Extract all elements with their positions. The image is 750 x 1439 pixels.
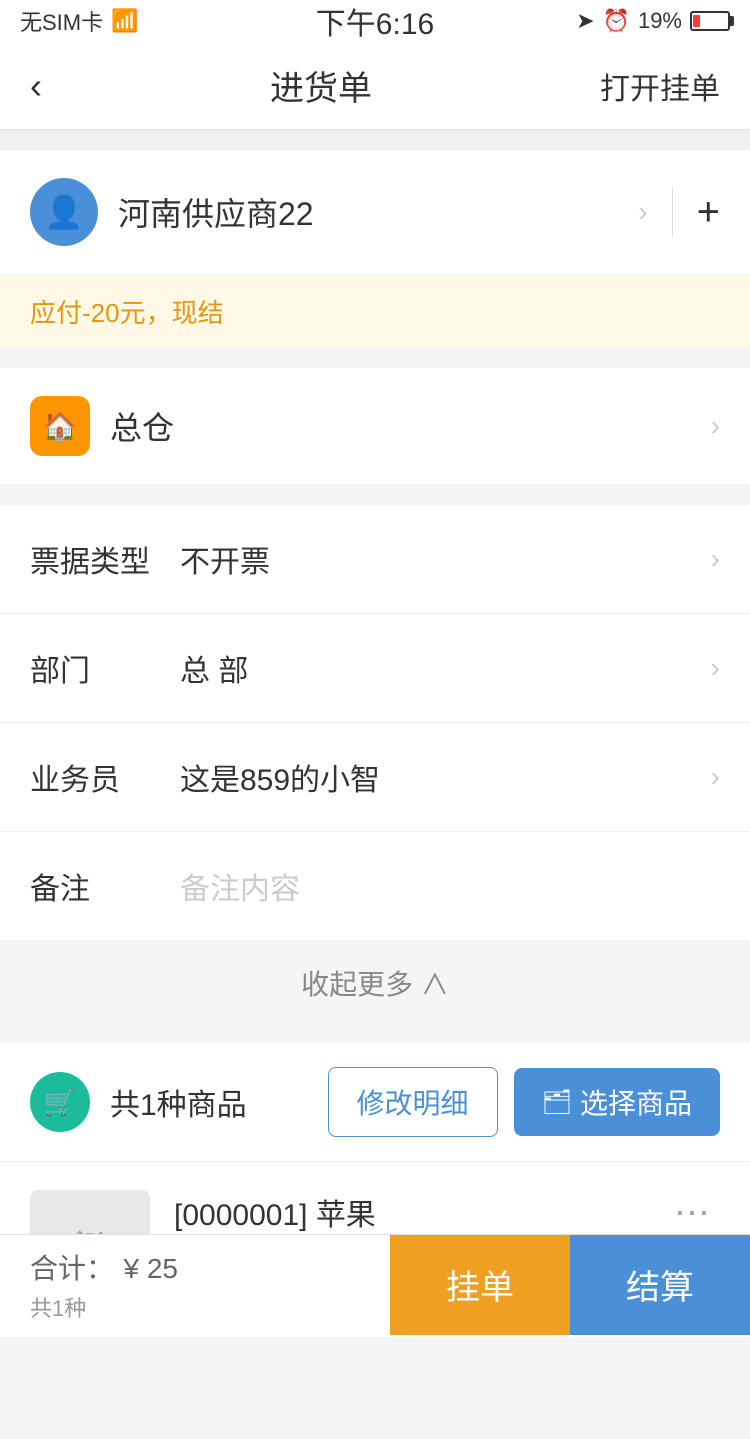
department-row[interactable]: 部门 总 部 › [0, 614, 750, 723]
collapse-row[interactable]: 收起更多 ∧ [0, 943, 750, 1023]
supplier-row[interactable]: 👤 河南供应商22 › + [0, 150, 750, 275]
supplier-avatar: 👤 [30, 178, 98, 246]
status-bar: 无SIM卡 📶 下午6:16 ➤ ⏰ 19% [0, 0, 750, 42]
bottom-spacer [0, 1339, 750, 1439]
nav-bar: ‹ 进货单 打开挂单 [0, 42, 750, 130]
salesperson-row[interactable]: 业务员 这是859的小智 › [0, 723, 750, 832]
supplier-name: 河南供应商22 [118, 189, 638, 235]
select-product-label: 选择商品 [580, 1082, 692, 1122]
warehouse-row[interactable]: 🏠 总仓 › [0, 368, 750, 485]
salesperson-arrow-icon: › [711, 761, 720, 793]
add-supplier-button[interactable]: + [697, 190, 720, 235]
warehouse-arrow-icon: › [711, 410, 720, 442]
total-amount: 合计： ¥ 25 [30, 1247, 360, 1287]
status-left: 无SIM卡 📶 [20, 5, 139, 37]
salesperson-value: 这是859的小智 [170, 755, 711, 799]
total-section: 合计： ¥ 25 共1种 [0, 1247, 390, 1323]
warehouse-name: 总仓 [110, 403, 711, 449]
remark-label: 备注 [30, 864, 170, 908]
department-value: 总 部 [170, 646, 711, 690]
invoice-type-label: 票据类型 [30, 537, 170, 581]
supplier-vertical-divider [672, 187, 673, 237]
wifi-icon: 📶 [111, 8, 138, 34]
location-icon: ➤ [576, 8, 594, 34]
debt-notice: 应付-20元，现结 [0, 275, 750, 348]
divider-1 [0, 130, 750, 150]
back-button[interactable]: ‹ [30, 65, 42, 107]
cart-icon: 🛒 [44, 1087, 76, 1118]
remark-row[interactable]: 备注 备注内容 [0, 832, 750, 941]
status-time: 下午6:16 [316, 0, 434, 43]
avatar-icon: 👤 [44, 193, 84, 231]
battery-percent: 19% [638, 8, 682, 34]
product-count-label: 共1种商品 [110, 1080, 328, 1124]
form-section: 票据类型 不开票 › 部门 总 部 › 业务员 这是859的小智 › 备注 备注… [0, 505, 750, 941]
select-product-icon: 🗂 [542, 1088, 572, 1117]
invoice-type-row[interactable]: 票据类型 不开票 › [0, 505, 750, 614]
modify-detail-button[interactable]: 修改明细 [328, 1067, 498, 1137]
warehouse-icon: 🏠 [30, 396, 90, 456]
product-more-button[interactable]: ··· [664, 1190, 720, 1232]
department-label: 部门 [30, 646, 170, 690]
total-label: 合计： [30, 1253, 114, 1284]
supplier-arrow-icon: › [638, 196, 647, 228]
remark-input[interactable]: 备注内容 [170, 864, 720, 908]
department-arrow-icon: › [711, 652, 720, 684]
open-hang-button[interactable]: 打开挂单 [600, 64, 720, 108]
salesperson-label: 业务员 [30, 755, 170, 799]
invoice-type-arrow-icon: › [711, 543, 720, 575]
page-title: 进货单 [270, 61, 372, 110]
invoice-type-value: 不开票 [170, 537, 711, 581]
total-value: ¥ 25 [123, 1253, 178, 1284]
bottom-bar: 合计： ¥ 25 共1种 挂单 结算 [0, 1234, 750, 1334]
total-count: 共1种 [30, 1291, 360, 1323]
status-right: ➤ ⏰ 19% [576, 8, 730, 34]
product-section-icon: 🛒 [30, 1072, 90, 1132]
hang-order-button[interactable]: 挂单 [390, 1235, 570, 1335]
product-name: [0000001] 苹果 [174, 1190, 664, 1234]
warehouse-section: 🏠 总仓 › [0, 368, 750, 485]
battery-icon [690, 11, 730, 31]
product-code: [0000001] [174, 1199, 307, 1232]
checkout-button[interactable]: 结算 [570, 1235, 750, 1335]
carrier-label: 无SIM卡 [20, 5, 103, 37]
select-product-button[interactable]: 🗂 选择商品 [514, 1068, 720, 1136]
product-title: 苹果 [316, 1199, 376, 1232]
supplier-section: 👤 河南供应商22 › + 应付-20元，现结 [0, 150, 750, 348]
product-header: 🛒 共1种商品 修改明细 🗂 选择商品 [0, 1043, 750, 1162]
alarm-icon: ⏰ [603, 8, 630, 34]
